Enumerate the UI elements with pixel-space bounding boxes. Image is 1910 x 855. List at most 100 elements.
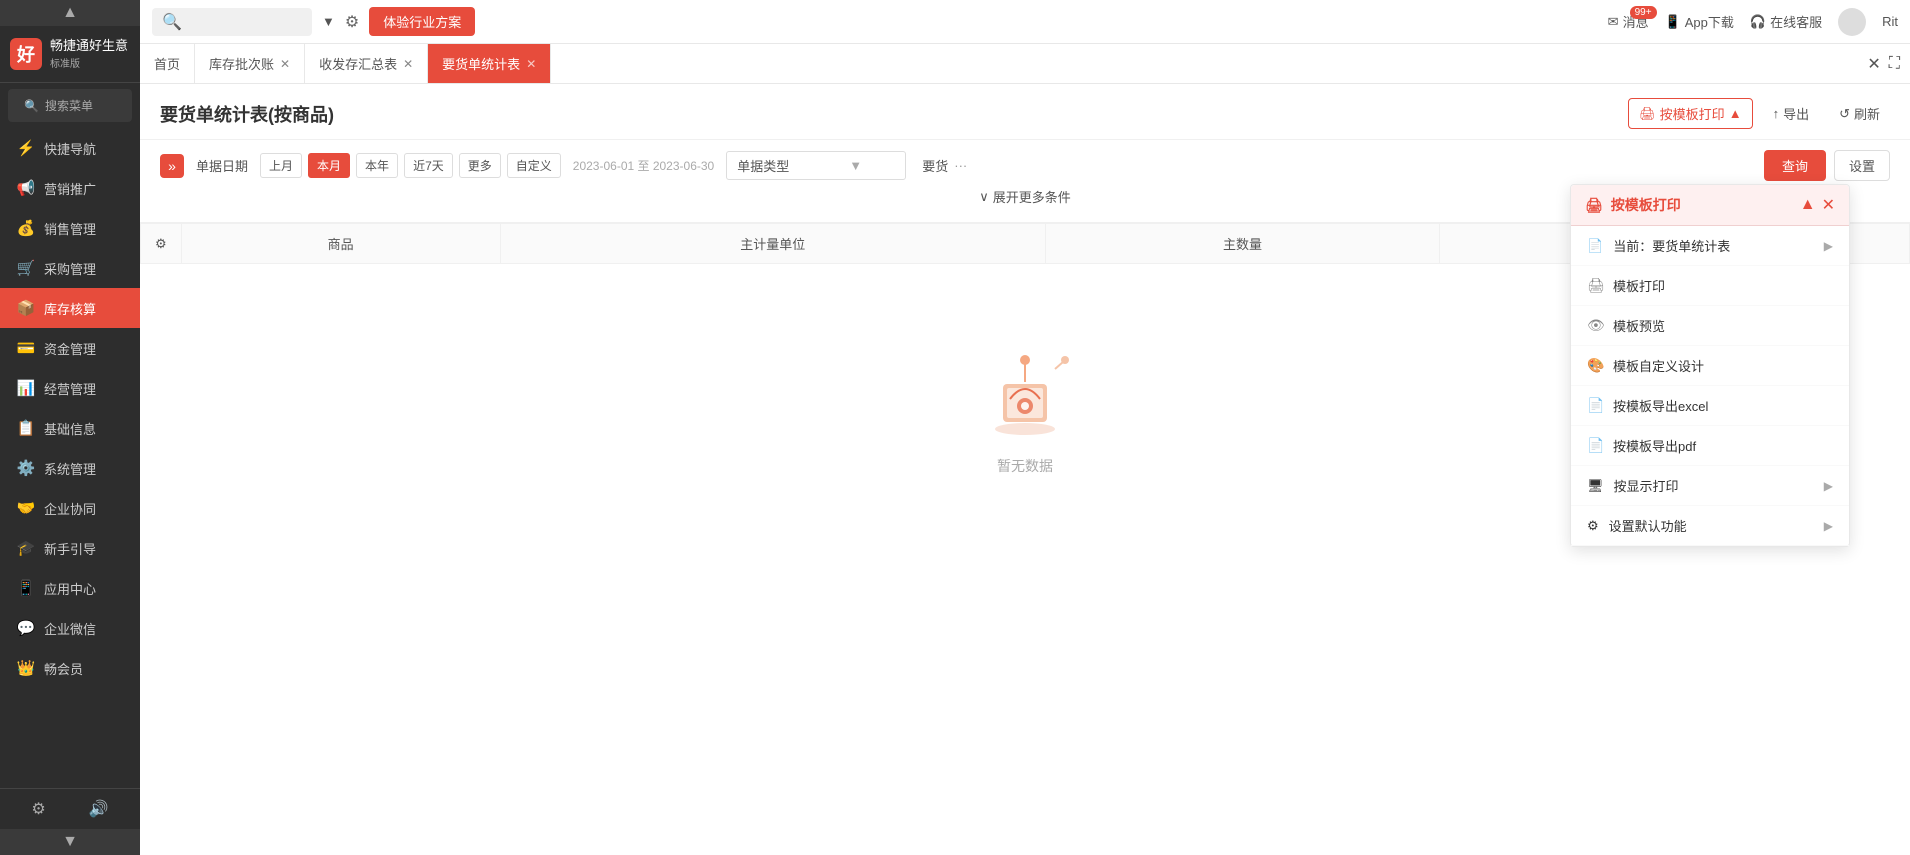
sidebar-item-app[interactable]: 📱 应用中心 xyxy=(0,568,140,608)
messages-item[interactable]: ✉ 消息 99+ xyxy=(1608,12,1649,31)
sidebar-item-marketing[interactable]: 📢 营销推广 xyxy=(0,168,140,208)
online-service-item[interactable]: 🎧 在线客服 xyxy=(1750,12,1822,31)
dropdown-close-button[interactable]: ✕ xyxy=(1822,195,1835,215)
sidebar-scroll-up[interactable]: ▲ xyxy=(0,0,140,26)
tab-bar: 首页 库存批次账 ✕ 收发存汇总表 ✕ 要货单统计表 ✕ ✕ ⛶ xyxy=(140,44,1910,84)
expand-more-button[interactable]: ∨ 展开更多条件 xyxy=(979,187,1071,206)
template-print-item-label: 模板打印 xyxy=(1613,276,1665,295)
date-btn-more[interactable]: 更多 xyxy=(459,153,501,178)
user-name: Rit xyxy=(1882,14,1898,29)
dropdown-item-template-custom[interactable]: 🎨 模板自定义设计 xyxy=(1571,346,1849,386)
tab-maximize-button[interactable]: ⛶ xyxy=(1889,55,1900,73)
dropdown-arrow-icon: ▼ xyxy=(322,14,335,29)
tab-home[interactable]: 首页 xyxy=(140,44,195,83)
app-subtitle: 标准版 xyxy=(50,55,128,70)
template-print-button[interactable]: 🖨 按模板打印 ▲ xyxy=(1628,98,1752,129)
enterprise-icon: 🤝 xyxy=(16,498,36,518)
tab-home-label: 首页 xyxy=(154,54,180,73)
expand-more-label: 展开更多条件 xyxy=(993,187,1071,206)
query-button[interactable]: 查询 xyxy=(1764,150,1826,181)
sidebar-item-quick-nav[interactable]: ⚡ 快捷导航 xyxy=(0,128,140,168)
dropdown-item-export-pdf[interactable]: 📄 按模板导出pdf xyxy=(1571,426,1849,466)
date-btn-custom[interactable]: 自定义 xyxy=(507,153,561,178)
inventory-icon: 📦 xyxy=(16,298,36,318)
sidebar-item-guide[interactable]: 🎓 新手引导 xyxy=(0,528,140,568)
message-icon: ✉ xyxy=(1608,14,1619,30)
date-btn-7-days[interactable]: 近7天 xyxy=(404,153,453,178)
tab-inventory-batch-label: 库存批次账 xyxy=(209,54,274,73)
date-btn-last-month[interactable]: 上月 xyxy=(260,153,302,178)
sidebar-item-enterprise[interactable]: 🤝 企业协同 xyxy=(0,488,140,528)
display-print-arrow-icon: ▶ xyxy=(1824,479,1833,493)
search-label: 搜索菜单 xyxy=(45,97,93,114)
export-button[interactable]: ↑ 导出 xyxy=(1763,99,1820,128)
tab-inventory-batch-close[interactable]: ✕ xyxy=(280,57,290,71)
col-settings[interactable]: ⚙ xyxy=(141,224,182,264)
tab-inventory-batch[interactable]: 库存批次账 ✕ xyxy=(195,44,305,83)
sidebar-item-label: 企业协同 xyxy=(44,499,96,518)
tab-close-all-button[interactable]: ✕ xyxy=(1867,54,1880,74)
date-btn-this-year[interactable]: 本年 xyxy=(356,153,398,178)
sidebar-item-label: 快捷导航 xyxy=(44,139,96,158)
sidebar-item-purchase[interactable]: 🛒 采购管理 xyxy=(0,248,140,288)
dropdown-up-arrow[interactable]: ▲ xyxy=(1800,196,1816,214)
app-title: 畅捷通好生意 xyxy=(50,38,128,55)
filter-expand-button[interactable]: » xyxy=(160,154,184,178)
settings-button[interactable]: 设置 xyxy=(1834,150,1890,181)
sidebar-search[interactable]: 🔍 搜索菜单 xyxy=(8,89,132,122)
dropdown-item-template-preview[interactable]: 👁 模板预览 xyxy=(1571,306,1849,346)
sidebar-item-sales[interactable]: 💰 销售管理 xyxy=(0,208,140,248)
template-custom-icon: 🎨 xyxy=(1587,357,1603,374)
quick-nav-icon: ⚡ xyxy=(16,138,36,158)
col-unit: 主计量单位 xyxy=(500,224,1045,264)
top-bar-settings-icon[interactable]: ⚙ xyxy=(345,12,359,32)
sidebar-item-inventory[interactable]: 📦 库存核算 xyxy=(0,288,140,328)
set-default-left: ⚙ 设置默认功能 xyxy=(1587,516,1687,535)
sidebar-item-wechat[interactable]: 💬 企业微信 xyxy=(0,608,140,648)
user-avatar[interactable] xyxy=(1838,8,1866,36)
refresh-button[interactable]: ↺ 刷新 xyxy=(1829,99,1890,128)
dropdown-current-left: 📄 当前：要货单统计表 xyxy=(1587,236,1730,255)
top-bar-left: 🔍 ▼ ⚙ 体验行业方案 xyxy=(152,7,475,36)
tab-order-stats-close[interactable]: ✕ xyxy=(526,57,536,71)
trial-industry-button[interactable]: 体验行业方案 xyxy=(369,7,475,36)
col-quantity: 主数量 xyxy=(1045,224,1439,264)
tab-order-stats[interactable]: 要货单统计表 ✕ xyxy=(428,44,551,83)
date-filter-label: 单据日期 xyxy=(196,156,248,175)
top-bar-search-input[interactable] xyxy=(182,15,302,29)
top-bar-right: ✉ 消息 99+ 📱 App下载 🎧 在线客服 Rit xyxy=(1608,8,1898,36)
dropdown-menu: 🖨 按模板打印 ▲ ✕ 📄 当前：要货单统计表 ▶ 🖨 模板打印 xyxy=(1570,184,1850,547)
app-icon: 📱 xyxy=(16,578,36,598)
export-excel-label: 按模板导出excel xyxy=(1613,396,1708,415)
dropdown-item-template-print[interactable]: 🖨 模板打印 xyxy=(1571,266,1849,306)
settings-bottom-icon[interactable]: ⚙ xyxy=(31,799,45,819)
basic-icon: 📋 xyxy=(16,418,36,438)
dropdown-item-display-print[interactable]: 🖥 按显示打印 ▶ xyxy=(1571,466,1849,506)
speaker-bottom-icon[interactable]: 🔊 xyxy=(89,799,109,819)
app-download-item[interactable]: 📱 App下载 xyxy=(1665,12,1734,31)
sidebar-item-member[interactable]: 👑 畅会员 xyxy=(0,648,140,688)
tab-receipt-summary[interactable]: 收发存汇总表 ✕ xyxy=(305,44,428,83)
operations-icon: 📊 xyxy=(16,378,36,398)
sidebar-item-label: 新手引导 xyxy=(44,539,96,558)
order-type-filter[interactable]: 单据类型 ▼ xyxy=(726,151,906,180)
tab-receipt-summary-close[interactable]: ✕ xyxy=(403,57,413,71)
sidebar-nav: ⚡ 快捷导航 📢 营销推广 💰 销售管理 🛒 采购管理 📦 库存核算 💳 资金管… xyxy=(0,128,140,788)
dropdown-item-export-excel[interactable]: 📄 按模板导出excel xyxy=(1571,386,1849,426)
order-type-extra-label: 要货 xyxy=(922,156,948,175)
sidebar-item-basic[interactable]: 📋 基础信息 xyxy=(0,408,140,448)
sidebar-item-operations[interactable]: 📊 经营管理 xyxy=(0,368,140,408)
date-btn-this-month[interactable]: 本月 xyxy=(308,153,350,178)
app-logo-icon: 好 xyxy=(10,38,42,70)
online-service-label: 在线客服 xyxy=(1770,12,1822,31)
top-bar-dropdown[interactable]: ▼ xyxy=(322,14,335,29)
dropdown-current-item[interactable]: 📄 当前：要货单统计表 ▶ xyxy=(1571,226,1849,266)
page-header-actions: 🖨 按模板打印 ▲ ↑ 导出 ↺ 刷新 xyxy=(1628,98,1890,129)
sidebar-item-system[interactable]: ⚙️ 系统管理 xyxy=(0,448,140,488)
refresh-icon: ↺ xyxy=(1839,106,1850,122)
user-name-item[interactable]: Rit xyxy=(1882,14,1898,29)
sidebar-item-finance[interactable]: 💳 资金管理 xyxy=(0,328,140,368)
sidebar-scroll-down[interactable]: ▼ xyxy=(0,829,140,855)
dropdown-item-set-default[interactable]: ⚙ 设置默认功能 ▶ xyxy=(1571,506,1849,546)
tab-receipt-summary-label: 收发存汇总表 xyxy=(319,54,397,73)
